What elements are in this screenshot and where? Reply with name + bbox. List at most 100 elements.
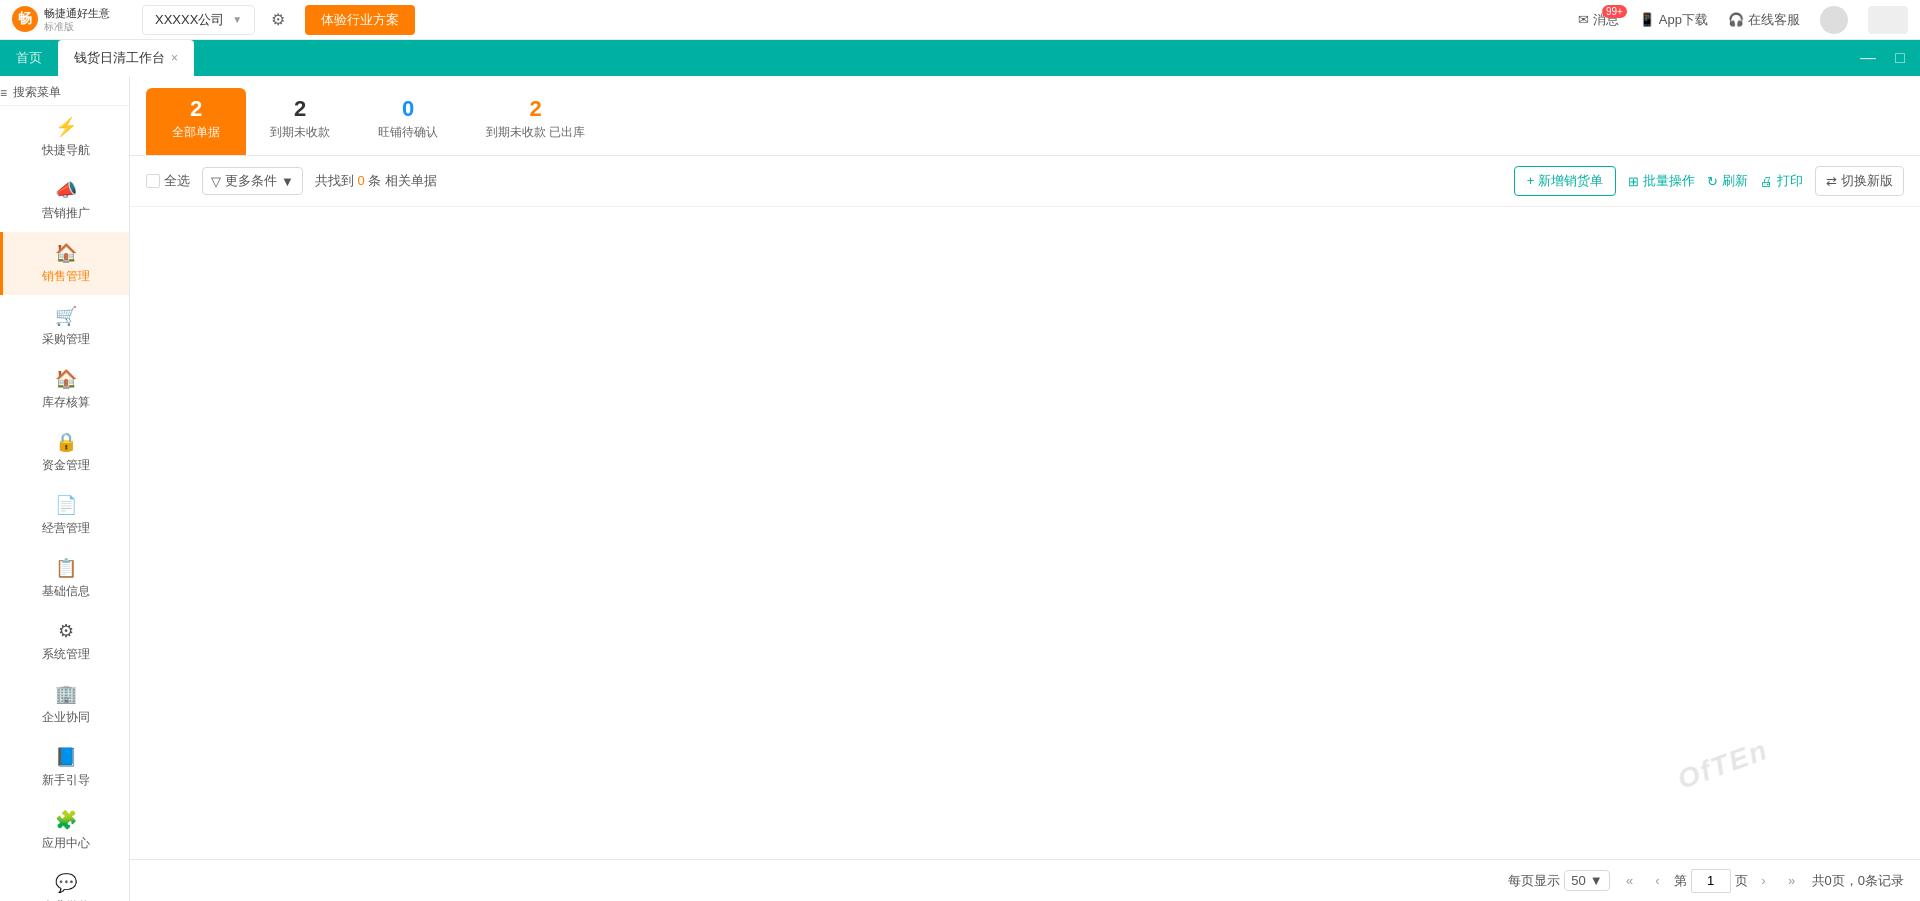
refresh-btn[interactable]: ↻ 刷新 [1707, 172, 1748, 190]
sidebar-item-basic[interactable]: 📋 基础信息 [0, 547, 129, 610]
tab-home[interactable]: 首页 [0, 40, 58, 76]
experience-button[interactable]: 体验行业方案 [305, 5, 415, 35]
capital-icon: 🔒 [55, 431, 77, 453]
content-inner: 2 全部单据 2 到期未收款 0 旺铺待确认 2 到期未收款 已出库 [130, 76, 1920, 901]
first-page-btn[interactable]: « [1618, 869, 1642, 893]
filter-icon: ▽ [211, 174, 221, 189]
nav-tabs: 首页 钱货日清工作台 × — □ [0, 40, 1920, 76]
system-icon: ⚙ [58, 620, 74, 642]
user-info[interactable] [1868, 6, 1908, 34]
expand-icon[interactable]: □ [1888, 46, 1912, 70]
checkbox-icon [146, 174, 160, 188]
card-all-label: 全部单据 [172, 124, 220, 141]
purchase-icon: 🛒 [55, 305, 77, 327]
sidebar-item-sales[interactable]: 🏠 销售管理 [0, 232, 129, 295]
sidebar-item-quick-nav[interactable]: ⚡ 快捷导航 [0, 106, 129, 169]
app-center-icon: 🧩 [55, 809, 77, 831]
prev-page-btn[interactable]: ‹ [1646, 869, 1670, 893]
sidebar: ≡ 搜索菜单 ⚡ 快捷导航 📣 营销推广 🏠 销售管理 🛒 采购管理 🏠 库存核… [0, 76, 130, 901]
nav-tabs-right: — □ [1856, 46, 1920, 70]
header-right: ✉ 消息 99+ 📱 App下载 🎧 在线客服 [1578, 6, 1908, 34]
basic-icon: 📋 [55, 557, 77, 579]
batch-icon: ⊞ [1628, 174, 1639, 189]
tab-active[interactable]: 钱货日清工作台 × [58, 40, 194, 76]
company-name: XXXXX公司 [155, 11, 224, 29]
sidebar-item-system[interactable]: ⚙ 系统管理 [0, 610, 129, 673]
select-all-checkbox[interactable]: 全选 [146, 172, 190, 190]
online-service-btn[interactable]: 🎧 在线客服 [1728, 11, 1800, 29]
top-header: 畅 畅捷通好生意 标准版 XXXXX公司 ▼ ⚙ 体验行业方案 ✉ 消息 99+… [0, 0, 1920, 40]
close-tab-icon[interactable]: × [171, 51, 178, 65]
messages-badge: 99+ [1602, 5, 1627, 18]
status-cards: 2 全部单据 2 到期未收款 0 旺铺待确认 2 到期未收款 已出库 [130, 76, 1920, 156]
message-icon: ✉ [1578, 12, 1589, 27]
total-records-text: 共0页，0条记录 [1812, 872, 1904, 890]
app-download-btn[interactable]: 📱 App下载 [1639, 11, 1708, 29]
messages-btn[interactable]: ✉ 消息 99+ [1578, 11, 1619, 29]
card-overdue[interactable]: 2 到期未收款 [246, 88, 354, 155]
table-area [130, 207, 1920, 859]
card-pending[interactable]: 0 旺铺待确认 [354, 88, 462, 155]
filter-button[interactable]: ▽ 更多条件 ▼ [202, 167, 303, 195]
card-all[interactable]: 2 全部单据 [146, 88, 246, 155]
card-shipped-label: 到期未收款 已出库 [486, 124, 585, 141]
app-icon: 📱 [1639, 12, 1655, 27]
sidebar-item-inventory[interactable]: 🏠 库存核算 [0, 358, 129, 421]
last-page-btn[interactable]: » [1780, 869, 1804, 893]
toolbar: 全选 ▽ 更多条件 ▼ 共找到 0 条 相关单据 + 新增销货单 [130, 156, 1920, 207]
card-all-count: 2 [190, 96, 202, 122]
sales-icon: 🏠 [55, 242, 77, 264]
guide-icon: 📘 [55, 746, 77, 768]
sidebar-item-operations[interactable]: 📄 经营管理 [0, 484, 129, 547]
card-shipped-count: 2 [530, 96, 542, 122]
logo-text: 畅捷通好生意 标准版 [44, 6, 110, 33]
next-page-btn[interactable]: › [1752, 869, 1776, 893]
chevron-down-icon: ▼ [232, 14, 242, 25]
logo-area: 畅 畅捷通好生意 标准版 [12, 6, 142, 33]
operations-icon: 📄 [55, 494, 77, 516]
page-size-select-box[interactable]: 50 ▼ [1564, 870, 1609, 891]
page-size-chevron-icon: ▼ [1590, 873, 1603, 888]
inventory-icon: 🏠 [55, 368, 77, 390]
card-pending-label: 旺铺待确认 [378, 124, 438, 141]
refresh-icon: ↻ [1707, 174, 1718, 189]
page-number-input[interactable] [1691, 869, 1731, 893]
enterprise-icon: 🏢 [55, 683, 77, 705]
company-selector[interactable]: XXXXX公司 ▼ [142, 5, 255, 35]
wechat-icon: 💬 [55, 872, 77, 894]
print-icon: 🖨 [1760, 174, 1773, 189]
marketing-icon: 📣 [55, 179, 77, 201]
filter-chevron-icon: ▼ [281, 174, 294, 189]
logo-icon: 畅 [12, 6, 38, 32]
page-navigation: « ‹ 第 页 › » [1618, 869, 1804, 893]
sidebar-item-guide[interactable]: 📘 新手引导 [0, 736, 129, 799]
sidebar-item-purchase[interactable]: 🛒 采购管理 [0, 295, 129, 358]
page-size-selector: 每页显示 50 ▼ [1508, 870, 1609, 891]
quick-nav-icon: ⚡ [55, 116, 77, 138]
main-layout: ≡ 搜索菜单 ⚡ 快捷导航 📣 营销推广 🏠 销售管理 🛒 采购管理 🏠 库存核… [0, 76, 1920, 901]
sidebar-item-enterprise[interactable]: 🏢 企业协同 [0, 673, 129, 736]
switch-icon: ⇄ [1826, 174, 1837, 189]
settings-icon[interactable]: ⚙ [263, 5, 293, 35]
result-text: 共找到 0 条 相关单据 [315, 172, 437, 190]
card-overdue-label: 到期未收款 [270, 124, 330, 141]
avatar[interactable] [1820, 6, 1848, 34]
switch-version-button[interactable]: ⇄ 切换新版 [1815, 166, 1904, 196]
toolbar-right: + 新增销货单 ⊞ 批量操作 ↻ 刷新 🖨 打印 ⇄ [1514, 166, 1904, 196]
add-sales-order-button[interactable]: + 新增销货单 [1514, 166, 1616, 196]
service-icon: 🎧 [1728, 12, 1744, 27]
search-icon: ≡ [0, 86, 7, 100]
sidebar-search[interactable]: ≡ 搜索菜单 [0, 76, 129, 106]
sidebar-item-app-center[interactable]: 🧩 应用中心 [0, 799, 129, 862]
card-shipped[interactable]: 2 到期未收款 已出库 [462, 88, 609, 155]
sidebar-item-wechat[interactable]: 💬 企业微信 [0, 862, 129, 901]
print-btn[interactable]: 🖨 打印 [1760, 172, 1803, 190]
card-overdue-count: 2 [294, 96, 306, 122]
pagination-bar: 每页显示 50 ▼ « ‹ 第 页 › » 共0页，0条记录 [130, 859, 1920, 901]
batch-operation-btn[interactable]: ⊞ 批量操作 [1628, 172, 1695, 190]
sidebar-item-capital[interactable]: 🔒 资金管理 [0, 421, 129, 484]
content-area: 2 全部单据 2 到期未收款 0 旺铺待确认 2 到期未收款 已出库 [130, 76, 1920, 901]
card-pending-count: 0 [402, 96, 414, 122]
collapse-icon[interactable]: — [1856, 46, 1880, 70]
sidebar-item-marketing[interactable]: 📣 营销推广 [0, 169, 129, 232]
